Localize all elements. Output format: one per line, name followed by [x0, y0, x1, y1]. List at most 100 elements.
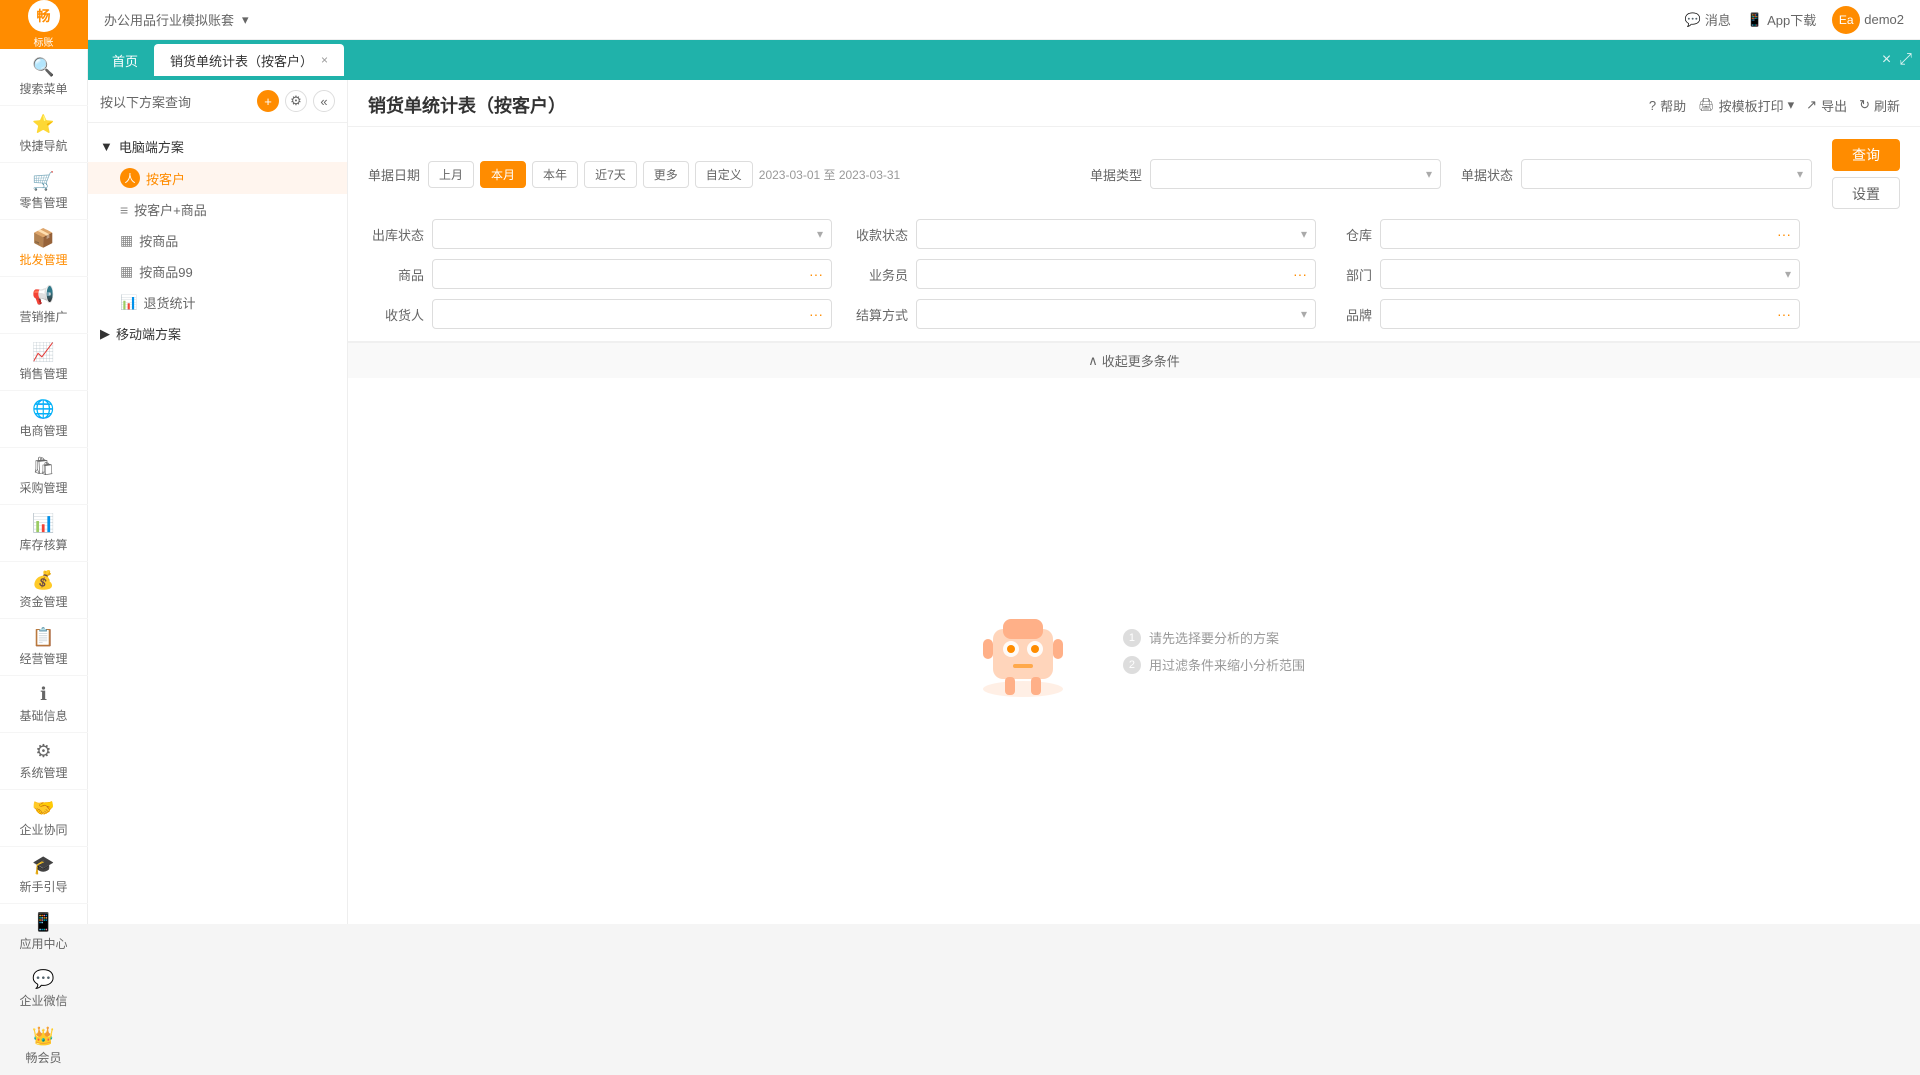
by-product-icon: ▦	[120, 232, 133, 249]
topbar-dropdown-icon[interactable]: ▾	[242, 12, 249, 28]
date-btn-custom[interactable]: 自定义	[695, 161, 753, 188]
tree-by-customer[interactable]: 人 按客户	[88, 162, 347, 194]
tab-home[interactable]: 首页	[96, 44, 154, 76]
sidebar-item-wechat[interactable]: 💬 企业微信	[0, 961, 88, 1018]
expand-icon: ▼	[100, 139, 113, 154]
window-expand-btn[interactable]: ⤢	[1899, 51, 1912, 69]
refresh-label: 刷新	[1874, 96, 1900, 115]
refresh-icon: ↻	[1859, 97, 1870, 113]
return-stats-icon: 📊	[120, 294, 137, 311]
sidebar-item-business[interactable]: 📋 经营管理	[0, 619, 88, 676]
salesperson-select[interactable]: ···	[916, 259, 1316, 289]
collapse-btn[interactable]: ∧ 收起更多条件	[1088, 351, 1180, 370]
receipt-status-select[interactable]: ▾	[916, 219, 1316, 249]
empty-tip-1: 1 请先选择要分析的方案	[1123, 628, 1305, 647]
wholesale-icon: 📦	[32, 228, 54, 249]
tabbar: 首页 销货单统计表（按客户） × × ⤢	[88, 40, 1920, 80]
sidebar-item-vip[interactable]: 👑 畅会员	[0, 1018, 88, 1075]
settlement-label: 结算方式	[852, 305, 908, 324]
brand-ellipsis[interactable]: ···	[1777, 306, 1791, 322]
recipient-ellipsis[interactable]: ···	[809, 306, 823, 322]
page-header: 销货单统计表（按客户） ? 帮助 🖨 按模板打印 ▾ ↗	[348, 80, 1920, 127]
help-btn[interactable]: ? 帮助	[1649, 96, 1686, 115]
sidebar-item-search-menu[interactable]: 🔍 搜索菜单	[0, 49, 88, 106]
department-select[interactable]: ▾	[1380, 259, 1800, 289]
date-btn-this-month[interactable]: 本月	[480, 161, 526, 188]
tab-sales-stats[interactable]: 销货单统计表（按客户） ×	[154, 44, 344, 76]
topbar-title: 办公用品行业模拟账套	[104, 10, 234, 29]
empty-tip-2: 2 用过滤条件来缩小分析范围	[1123, 655, 1305, 674]
doc-type-select[interactable]: ▾	[1150, 159, 1441, 189]
sidebar-item-basic-info[interactable]: ℹ 基础信息	[0, 676, 88, 733]
left-panel-title: 按以下方案查询	[100, 92, 191, 111]
collapse-icon: ∧	[1088, 353, 1098, 369]
product-select[interactable]: ···	[432, 259, 832, 289]
settings-button[interactable]: 设置	[1832, 177, 1900, 209]
tree-mobile-scheme[interactable]: ▶ 移动端方案	[88, 318, 347, 349]
empty-state: 1 请先选择要分析的方案 2 用过滤条件来缩小分析范围	[348, 378, 1920, 924]
sidebar-item-label: 畅会员	[25, 1049, 61, 1066]
sidebar-item-retail[interactable]: 🛒 零售管理	[0, 163, 88, 220]
logo: 畅 标账	[0, 0, 88, 49]
window-close-btn[interactable]: ×	[1882, 51, 1891, 69]
sidebar-item-system[interactable]: ⚙ 系统管理	[0, 733, 88, 790]
sidebar-item-enterprise-collab[interactable]: 🤝 企业协同	[0, 790, 88, 847]
template-print-btn[interactable]: 🖨 按模板打印 ▾	[1698, 96, 1794, 115]
export-label: 导出	[1821, 96, 1847, 115]
add-scheme-btn[interactable]: +	[257, 90, 279, 112]
date-btn-more[interactable]: 更多	[643, 161, 689, 188]
sidebar-item-label: 系统管理	[19, 764, 67, 781]
message-btn[interactable]: 💬 消息	[1685, 10, 1731, 29]
quick-nav-icon: ⭐	[32, 114, 54, 135]
receipt-status-label: 收款状态	[852, 225, 908, 244]
recipient-select[interactable]: ···	[432, 299, 832, 329]
out-status-select[interactable]: ▾	[432, 219, 832, 249]
product-ellipsis[interactable]: ···	[809, 266, 823, 282]
tab-close-btn[interactable]: ×	[321, 53, 328, 67]
sidebar-item-app-center[interactable]: 📱 应用中心	[0, 904, 88, 961]
right-panel-inner: 销货单统计表（按客户） ? 帮助 🖨 按模板打印 ▾ ↗	[348, 80, 1920, 924]
sidebar-item-wholesale[interactable]: 📦 批发管理	[0, 220, 88, 277]
settlement-select[interactable]: ▾	[916, 299, 1316, 329]
sidebar-item-label: 新手引导	[19, 878, 67, 895]
date-btn-this-year[interactable]: 本年	[532, 161, 578, 188]
scheme-settings-btn[interactable]: ⚙	[285, 90, 307, 112]
sidebar-item-ecommerce[interactable]: 🌐 电商管理	[0, 391, 88, 448]
brand-select[interactable]: ···	[1380, 299, 1800, 329]
tree-by-customer-product[interactable]: ≡ 按客户+商品	[88, 194, 347, 225]
sidebar-item-quick-nav[interactable]: ⭐ 快捷导航	[0, 106, 88, 163]
department-label: 部门	[1336, 265, 1372, 284]
topbar: 办公用品行业模拟账套 ▾ 💬 消息 📱 App下载 Ea demo2	[88, 0, 1920, 40]
sidebar-item-purchase[interactable]: 🛍 采购管理	[0, 448, 88, 505]
sidebar-item-label: 搜索菜单	[19, 80, 67, 97]
template-print-label: 按模板打印	[1719, 96, 1784, 115]
query-button[interactable]: 查询	[1832, 139, 1900, 171]
sidebar-item-new-guide[interactable]: 🎓 新手引导	[0, 847, 88, 904]
date-btn-last-month[interactable]: 上月	[428, 161, 474, 188]
tree-by-product[interactable]: ▦ 按商品	[88, 225, 347, 256]
tree-child-label: 按商品	[139, 231, 178, 250]
sidebar-item-sales[interactable]: 📈 销售管理	[0, 334, 88, 391]
date-btn-last-7-days[interactable]: 近7天	[584, 161, 637, 188]
tree-by-product-99[interactable]: ▦ 按商品99	[88, 256, 347, 287]
sidebar-item-inventory[interactable]: 📊 库存核算	[0, 505, 88, 562]
tree-desktop-scheme[interactable]: ▼ 电脑端方案	[88, 131, 347, 162]
warehouse-select[interactable]: ···	[1380, 219, 1800, 249]
marketing-icon: 📢	[32, 285, 54, 306]
tree-return-stats[interactable]: 📊 退货统计	[88, 287, 347, 318]
by-product-99-icon: ▦	[120, 263, 133, 280]
salesperson-ellipsis[interactable]: ···	[1293, 266, 1307, 282]
sidebar-item-marketing[interactable]: 📢 营销推广	[0, 277, 88, 334]
export-btn[interactable]: ↗ 导出	[1806, 96, 1847, 115]
doc-status-select[interactable]: ▾	[1521, 159, 1812, 189]
app-download-btn[interactable]: 📱 App下载	[1747, 10, 1816, 29]
refresh-btn[interactable]: ↻ 刷新	[1859, 96, 1900, 115]
tip-text-2: 用过滤条件来缩小分析范围	[1149, 655, 1305, 674]
date-label: 单据日期	[368, 165, 420, 184]
collapse-panel-btn[interactable]: «	[313, 90, 335, 112]
user-profile-btn[interactable]: Ea demo2	[1832, 6, 1904, 34]
warehouse-ellipsis[interactable]: ···	[1777, 226, 1791, 242]
retail-icon: 🛒	[32, 171, 54, 192]
sidebar-item-finance[interactable]: 💰 资金管理	[0, 562, 88, 619]
sidebar: 畅 标账 🔍 搜索菜单 ⭐ 快捷导航 🛒 零售管理 📦 批发管理 📢 营销推广 …	[0, 0, 88, 924]
